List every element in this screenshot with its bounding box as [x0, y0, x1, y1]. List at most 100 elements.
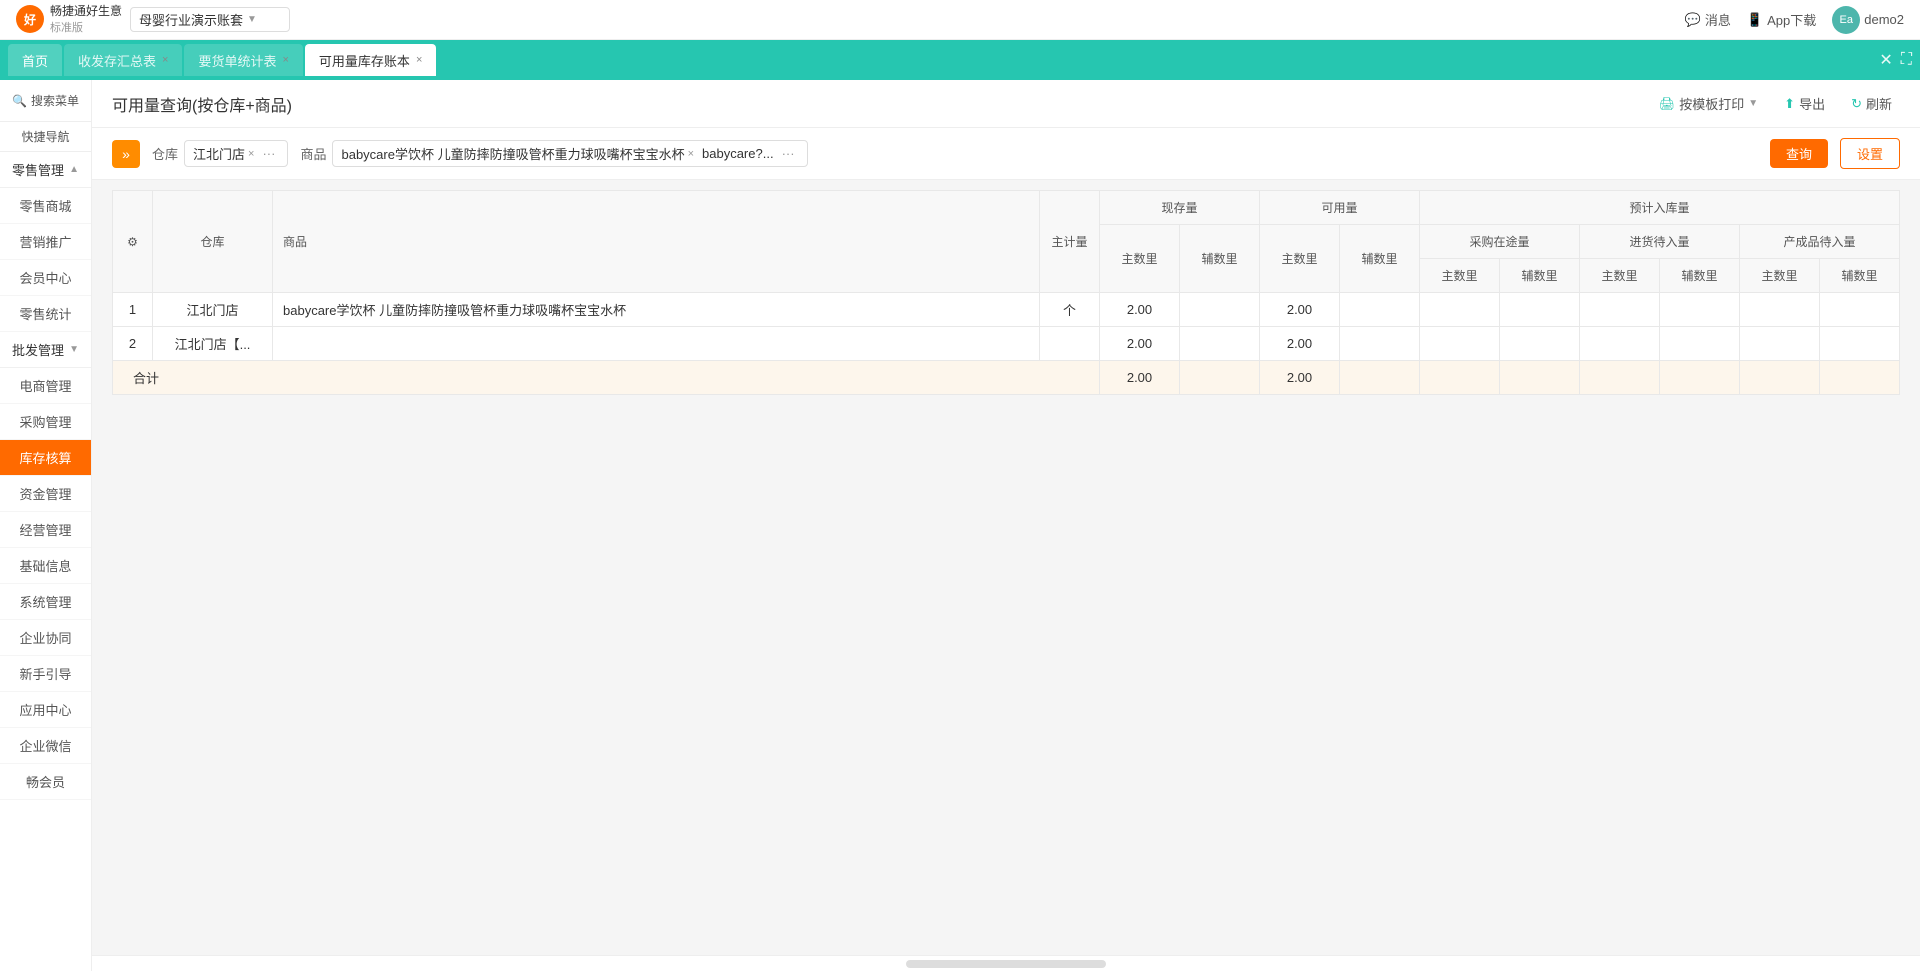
message-icon: 💬 — [1685, 12, 1701, 28]
tab-home[interactable]: 首页 — [8, 44, 62, 76]
warehouse-filter-tags[interactable]: 江北门店 × ··· — [184, 140, 288, 167]
search-menu-btn[interactable]: 🔍 搜索菜单 — [8, 88, 83, 113]
export-btn[interactable]: ⬆ 导出 — [1776, 90, 1833, 117]
tab-collection-summary[interactable]: 收发存汇总表 × — [64, 44, 182, 76]
goods-tag-1-remove[interactable]: × — [688, 148, 694, 160]
avatar-text: Ea — [1840, 14, 1853, 26]
sidebar-item-operation[interactable]: 经营管理 — [0, 512, 91, 548]
app-download-btn[interactable]: 📱 App下载 — [1747, 10, 1816, 29]
filter-actions: 查询 设置 — [1770, 138, 1900, 169]
warehouse-filter-more[interactable]: ··· — [258, 146, 279, 161]
cell-available-sub-0 — [1340, 293, 1420, 327]
user-area[interactable]: Ea demo2 — [1832, 6, 1904, 34]
th-available-group: 可用量 — [1260, 191, 1420, 225]
cell-purchase-sub-0 — [1500, 293, 1580, 327]
goods-tag-1-value: babycare学饮杯 儿童防摔防撞吸管杯重力球吸嘴杯宝宝水杯 — [341, 144, 684, 163]
query-button[interactable]: 查询 — [1770, 139, 1828, 168]
cell-stock-sub-1 — [1180, 327, 1260, 361]
tab-order-stats[interactable]: 要货单统计表 × — [184, 44, 302, 76]
logo-area: 好 畅捷通好生意 标准版 — [16, 4, 122, 34]
refresh-label: 刷新 — [1866, 94, 1892, 113]
sidebar-group-wholesale-title[interactable]: 批发管理 ▼ — [0, 332, 91, 368]
sidebar-item-enterprise[interactable]: 企业协同 — [0, 620, 91, 656]
cell-goods-1 — [273, 327, 1040, 361]
sidebar-item-basic-info[interactable]: 基础信息 — [0, 548, 91, 584]
cell-production-main-1 — [1740, 327, 1820, 361]
filter-area: » 仓库 江北门店 × ··· 商品 babycare学饮杯 儿童防摔防撞吸管杯… — [92, 128, 1920, 180]
sidebar-group-wholesale: 批发管理 ▼ — [0, 332, 91, 368]
refresh-icon: ↻ — [1851, 96, 1862, 112]
filter-toggle-btn[interactable]: » — [112, 140, 140, 168]
cell-incoming-sub-0 — [1660, 293, 1740, 327]
sidebar-item-inventory[interactable]: 库存核算 — [0, 440, 91, 476]
warehouse-tag-value: 江北门店 — [193, 144, 245, 163]
refresh-btn[interactable]: ↻ 刷新 — [1843, 90, 1900, 117]
nav-right-btns: ✕ ⛶ — [1879, 50, 1912, 70]
cell-warehouse-0: 江北门店 — [153, 293, 273, 327]
tab-available-label: 可用量库存账本 — [319, 51, 410, 70]
sidebar-item-beginner[interactable]: 新手引导 — [0, 656, 91, 692]
summary-production-main — [1740, 361, 1820, 395]
goods-filter-more[interactable]: ··· — [778, 146, 799, 161]
summary-stock-main: 2.00 — [1100, 361, 1180, 395]
sidebar-item-members[interactable]: 会员中心 — [0, 260, 91, 296]
sidebar-item-wechat[interactable]: 企业微信 — [0, 728, 91, 764]
sidebar-search-area: 🔍 搜索菜单 — [0, 80, 91, 122]
th-settings[interactable]: ⚙ — [113, 191, 153, 293]
message-label: 消息 — [1705, 10, 1731, 29]
tab-available-close[interactable]: × — [416, 54, 422, 66]
sidebar-item-ecommerce[interactable]: 电商管理 — [0, 368, 91, 404]
th-incoming-sub: 辅数里 — [1660, 259, 1740, 293]
summary-available-sub — [1340, 361, 1420, 395]
print-icon: 🖨 — [1659, 96, 1676, 112]
table-body: 1 江北门店 babycare学饮杯 儿童防摔防撞吸管杯重力球吸嘴杯宝宝水杯 个… — [113, 293, 1900, 361]
cell-stock-sub-0 — [1180, 293, 1260, 327]
summary-incoming-sub — [1660, 361, 1740, 395]
print-btn[interactable]: 🖨 按模板打印 ▼ — [1651, 90, 1766, 117]
th-stock-group: 现存量 — [1100, 191, 1260, 225]
th-expected-group: 预计入库量 — [1420, 191, 1900, 225]
th-stock-main: 主数里 — [1100, 225, 1180, 293]
cell-available-main-0: 2.00 — [1260, 293, 1340, 327]
horizontal-scrollbar[interactable] — [906, 960, 1106, 968]
sidebar-item-retail-stats[interactable]: 零售统计 — [0, 296, 91, 332]
warehouse-tag: 江北门店 × — [193, 144, 254, 163]
message-btn[interactable]: 💬 消息 — [1685, 10, 1731, 29]
page-actions: 🖨 按模板打印 ▼ ⬆ 导出 ↻ 刷新 — [1651, 90, 1900, 117]
table-scrollbar-area[interactable] — [92, 955, 1920, 971]
nav-expand-icon[interactable]: ⛶ — [1901, 51, 1912, 69]
sidebar-group-retail: 零售管理 ▲ 零售商城 营销推广 会员中心 零售统计 — [0, 152, 91, 332]
th-production-sub: 辅数里 — [1820, 259, 1900, 293]
th-incoming-group: 进货待入量 — [1580, 225, 1740, 259]
app-icon: 📱 — [1747, 12, 1763, 28]
sidebar-item-finance[interactable]: 资金管理 — [0, 476, 91, 512]
sidebar-item-retail-mall[interactable]: 零售商城 — [0, 188, 91, 224]
sidebar-item-system[interactable]: 系统管理 — [0, 584, 91, 620]
warehouse-tag-remove[interactable]: × — [248, 148, 254, 160]
page-title: 可用量查询(按仓库+商品) — [112, 92, 292, 116]
print-arrow-icon: ▼ — [1748, 98, 1758, 109]
tab-order-close[interactable]: × — [282, 54, 288, 66]
search-menu-label: 搜索菜单 — [31, 92, 79, 109]
tab-collection-close[interactable]: × — [162, 54, 168, 66]
goods-filter-tags[interactable]: babycare学饮杯 儿童防摔防撞吸管杯重力球吸嘴杯宝宝水杯 × babyca… — [332, 140, 807, 167]
setting-button[interactable]: 设置 — [1840, 138, 1900, 169]
cell-unit-0: 个 — [1040, 293, 1100, 327]
cell-no-1: 2 — [113, 327, 153, 361]
nav-close-icon[interactable]: ✕ — [1879, 50, 1892, 70]
table-footer-summary: 合计 2.00 2.00 — [113, 361, 1900, 395]
sidebar-group-retail-title[interactable]: 零售管理 ▲ — [0, 152, 91, 188]
tab-available-stock[interactable]: 可用量库存账本 × — [305, 44, 436, 76]
sidebar-item-purchase[interactable]: 采购管理 — [0, 404, 91, 440]
cell-production-sub-0 — [1820, 293, 1900, 327]
sidebar-item-member-plus[interactable]: 畅会员 — [0, 764, 91, 800]
content-area: 可用量查询(按仓库+商品) 🖨 按模板打印 ▼ ⬆ 导出 ↻ 刷新 » — [92, 80, 1920, 971]
goods-tag-1: babycare学饮杯 儿童防摔防撞吸管杯重力球吸嘴杯宝宝水杯 × — [341, 144, 694, 163]
store-selector[interactable]: 母婴行业演示账套 ▼ — [130, 7, 290, 32]
th-production-group: 产成品待入量 — [1740, 225, 1900, 259]
sidebar-item-app-center[interactable]: 应用中心 — [0, 692, 91, 728]
goods-filter-group: 商品 babycare学饮杯 儿童防摔防撞吸管杯重力球吸嘴杯宝宝水杯 × bab… — [300, 140, 807, 167]
quick-nav-btn[interactable]: 快捷导航 — [0, 122, 91, 152]
sidebar-item-marketing[interactable]: 营销推广 — [0, 224, 91, 260]
summary-row: 合计 2.00 2.00 — [113, 361, 1900, 395]
